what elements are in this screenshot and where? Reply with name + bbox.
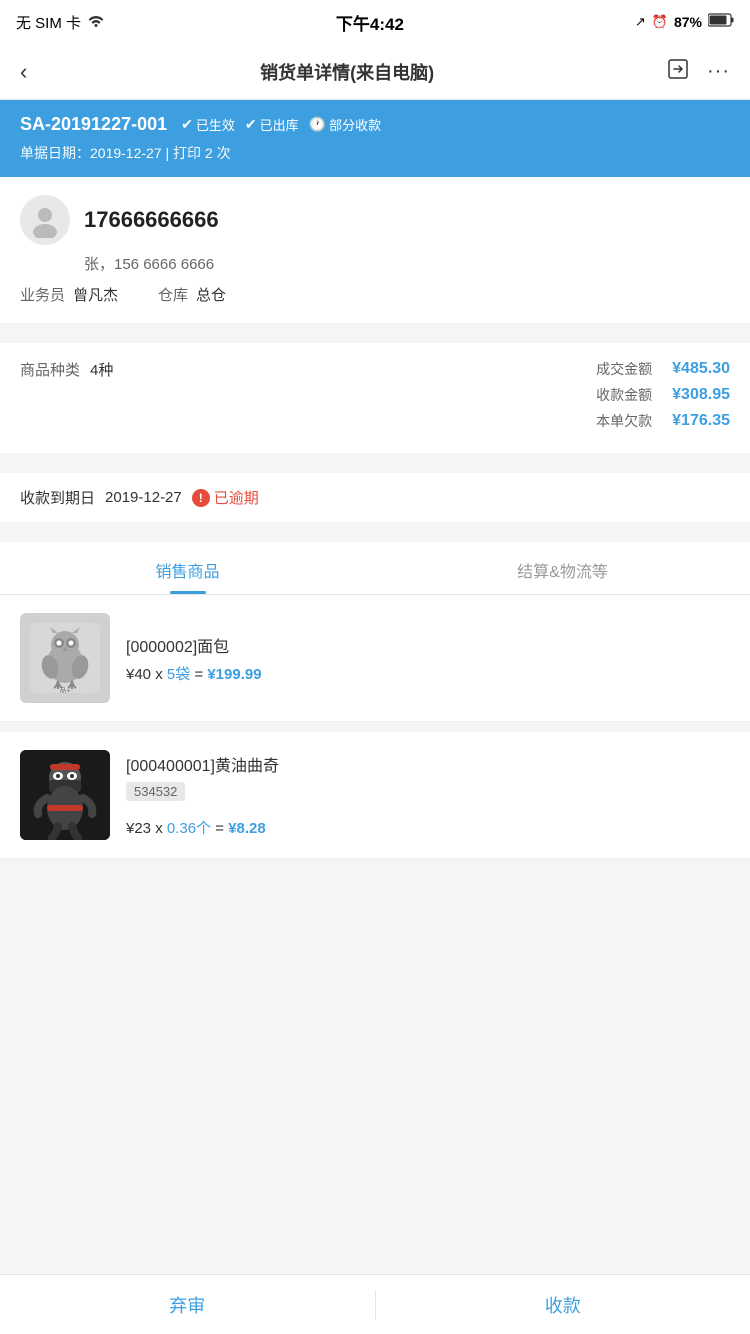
amount-label-2: 本单欠款 [596,411,652,431]
product-type-row: 商品种类 4种 [20,359,113,380]
amount-row-2: 本单欠款 ¥176.35 [596,411,730,431]
qty-0: 5袋 [167,666,190,683]
status-badges: ✔ 已生效 ✔ 已出库 🕐 部分收款 [181,115,381,134]
list-item: [000400001]黄油曲奇 534532 ¥23 x 0.36个 = ¥8.… [0,732,750,859]
page-title: 销货单详情(来自电脑) [260,59,434,85]
summary-right: 成交金额 ¥485.30 收款金额 ¥308.95 本单欠款 ¥176.35 [596,359,730,437]
status-badge-effective: ✔ 已生效 [181,115,235,134]
product-price-1: ¥23 x 0.36个 = ¥8.28 [126,817,730,838]
type-label: 商品种类 [20,359,80,380]
type-value: 4种 [90,359,113,380]
overdue-badge: ! 已逾期 [192,487,259,508]
product-name-1: [000400001]黄油曲奇 [126,752,730,776]
customer-sub: 张，156 6666 6666 [84,253,730,274]
divider-2 [0,463,750,473]
nav-bar: ‹ 销货单详情(来自电脑) ··· [0,44,750,100]
cancel-button[interactable]: 弃审 [0,1292,375,1318]
staff-value: 曾凡杰 [73,284,118,305]
due-label: 收款到期日 [20,487,95,508]
status-bar: 无 SIM 卡 下午4:42 ↗ ⏰ 87% [0,0,750,44]
status-time: 下午4:42 [336,10,404,35]
summary-left: 商品种类 4种 [20,359,113,384]
divider-1 [0,333,750,343]
battery-icon [708,13,734,31]
price-unit-0: ¥40 [126,666,151,683]
product-info-0: [0000002]面包 ¥40 x 5袋 = ¥199.99 [126,633,730,684]
wifi-icon [87,13,105,31]
order-date: 单据日期：2019-12-27 | 打印 2 次 [20,143,730,163]
bottom-bar: 弃审 收款 [0,1274,750,1334]
amount-value-0: ¥485.30 [672,360,730,378]
staff-item: 业务员 曾凡杰 [20,284,118,305]
product-thumb-0: 品+ [20,613,110,703]
due-date-value: 2019-12-27 [105,489,182,506]
status-left: 无 SIM 卡 [16,12,105,33]
customer-section: 17666666666 张，156 6666 6666 业务员 曾凡杰 仓库 总… [0,177,750,323]
svg-text:品+: 品+ [59,687,70,693]
warehouse-item: 仓库 总仓 [158,284,226,305]
amount-value-2: ¥176.35 [672,412,730,430]
tabs-section: 销售商品 结算&物流等 [0,542,750,595]
more-icon[interactable]: ··· [707,60,730,83]
amount-label-0: 成交金额 [596,359,652,379]
avatar [20,195,70,245]
status-right: ↗ ⏰ 87% [635,13,734,31]
price-unit-1: ¥23 [126,820,151,837]
customer-phone: 17666666666 [84,207,219,233]
product-name-0: [0000002]面包 [126,633,730,657]
total-0: ¥199.99 [207,666,261,683]
amount-value-1: ¥308.95 [672,386,730,404]
list-item: 品+ [0000002]面包 ¥40 x 5袋 = ¥199.99 [0,595,750,722]
due-section: 收款到期日 2019-12-27 ! 已逾期 [0,473,750,522]
amount-row-1: 收款金额 ¥308.95 [596,385,730,405]
product-sku-1: 534532 [126,782,185,801]
products-section: 品+ [0000002]面包 ¥40 x 5袋 = ¥199.99 [0,595,750,859]
amount-label-1: 收款金额 [596,385,652,405]
product-info-1: [000400001]黄油曲奇 534532 ¥23 x 0.36个 = ¥8.… [126,752,730,838]
divider-product [0,722,750,732]
staff-label: 业务员 [20,284,65,305]
back-button[interactable]: ‹ [20,59,27,85]
nav-right: ··· [667,58,730,86]
order-header: SA-20191227-001 ✔ 已生效 ✔ 已出库 🕐 部分收款 单据日期：… [0,100,750,177]
location-icon: ↗ [635,14,646,30]
network-label: 无 SIM 卡 [16,12,81,33]
clock-icon: 🕐 [309,116,326,133]
share-icon[interactable] [667,58,689,86]
check-icon-2: ✔ [245,116,257,133]
summary-section: 商品种类 4种 成交金额 ¥485.30 收款金额 ¥308.95 本单欠款 ¥… [0,343,750,453]
warehouse-value: 总仓 [196,284,226,305]
product-price-0: ¥40 x 5袋 = ¥199.99 [126,663,730,684]
tab-sales-products[interactable]: 销售商品 [0,542,375,594]
confirm-button[interactable]: 收款 [376,1292,750,1318]
product-thumb-1 [20,750,110,840]
status-badge-partial: 🕐 部分收款 [309,115,381,134]
status-badge-shipped: ✔ 已出库 [245,115,299,134]
battery-label: 87% [674,14,702,30]
amount-row-0: 成交金额 ¥485.30 [596,359,730,379]
customer-meta: 业务员 曾凡杰 仓库 总仓 [20,284,730,305]
order-id: SA-20191227-001 [20,114,167,135]
tab-settlement[interactable]: 结算&物流等 [375,542,750,594]
qty-1: 0.36个 [167,820,211,837]
alarm-icon: ⏰ [652,14,668,30]
overdue-text: 已逾期 [214,487,259,508]
overdue-icon: ! [192,489,210,507]
divider-3 [0,522,750,532]
warehouse-label: 仓库 [158,284,188,305]
total-1: ¥8.28 [228,820,266,837]
check-icon-1: ✔ [181,116,193,133]
